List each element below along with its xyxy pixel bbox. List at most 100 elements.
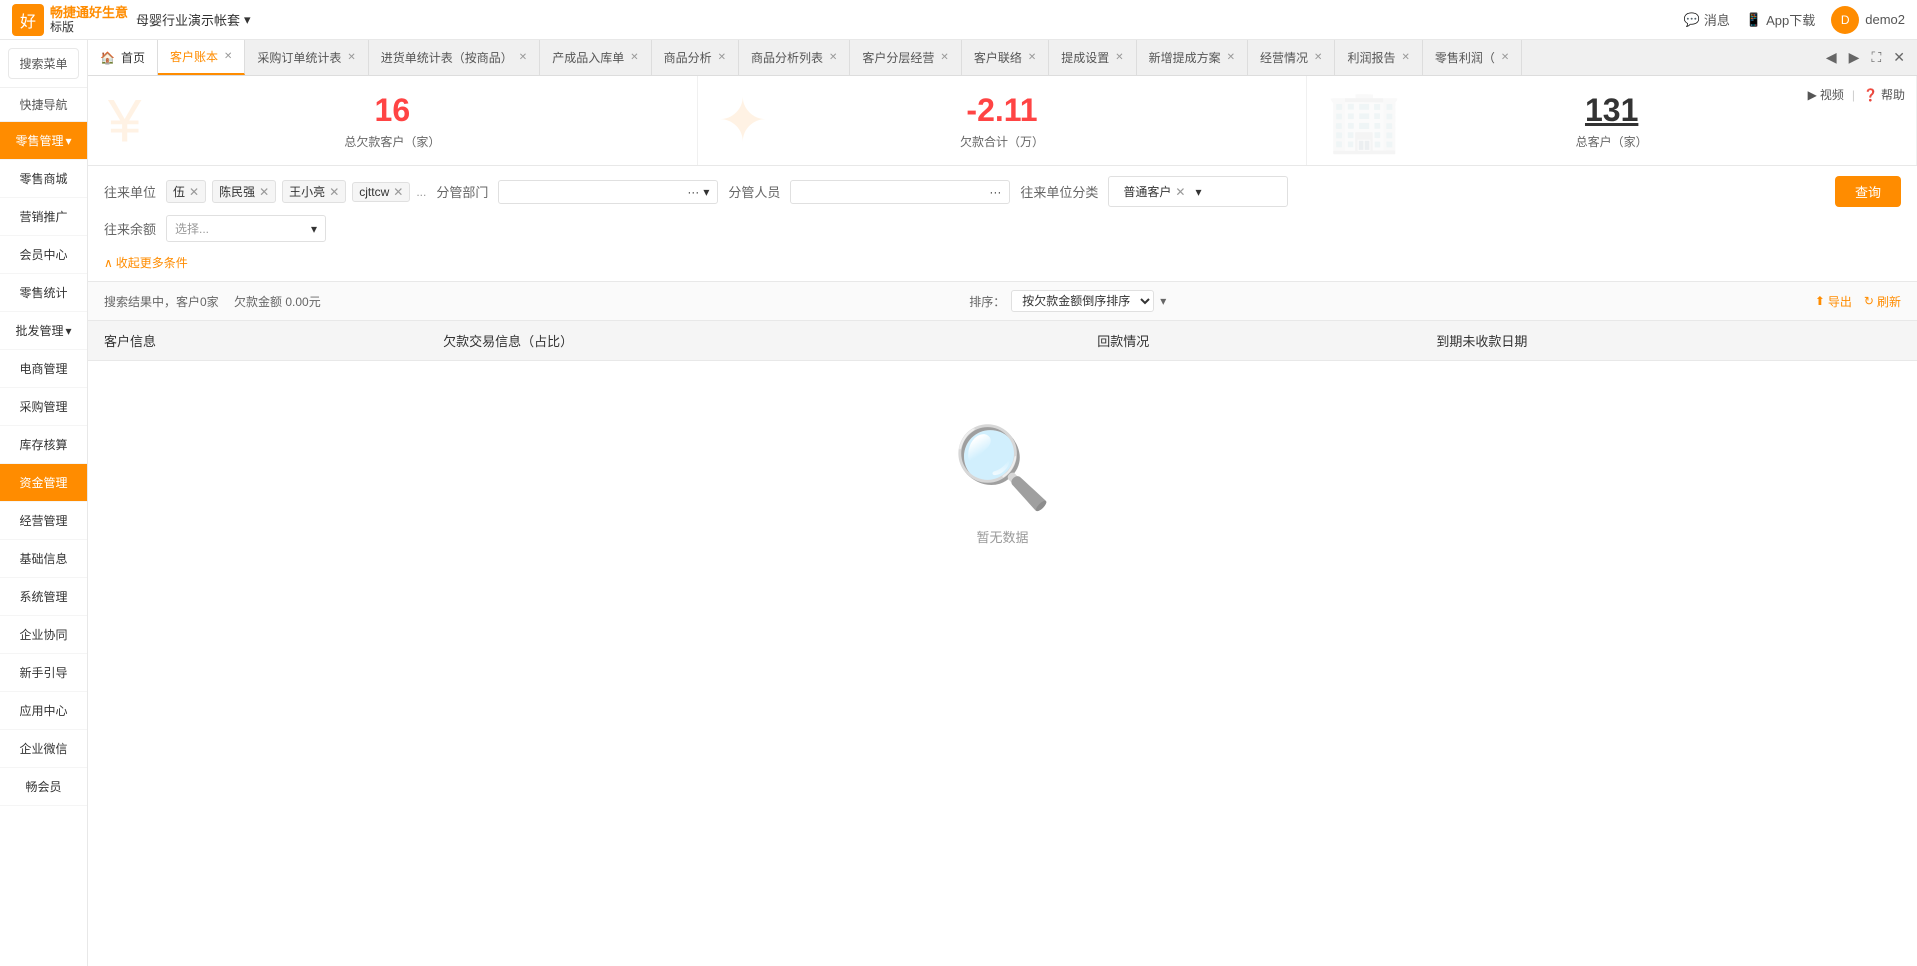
filter-tag-wang[interactable]: 王小亮 ✕	[282, 180, 346, 203]
home-icon: 🏠	[100, 51, 115, 65]
quick-nav-btn[interactable]: 快捷导航	[0, 88, 87, 122]
search-menu-btn[interactable]: 搜索菜单	[8, 48, 79, 79]
sidebar-item-app-center[interactable]: 应用中心	[0, 692, 87, 730]
sidebar-search-area: 搜索菜单	[0, 40, 87, 88]
tab-close-ops-situation[interactable]: ✕	[1314, 52, 1322, 63]
remove-tag-wang[interactable]: ✕	[329, 185, 339, 199]
tabs-prev-btn[interactable]: ◀	[1822, 47, 1841, 68]
tab-raise-settings[interactable]: 提成设置 ✕	[1049, 40, 1136, 75]
content-area: 🏠 首页 客户账本 ✕ 采购订单统计表 ✕ 进货单统计表（按商品） ✕ 产成品入…	[88, 40, 1917, 966]
tab-ops-situation[interactable]: 经营情况 ✕	[1248, 40, 1335, 75]
remove-tag-chen[interactable]: ✕	[259, 185, 269, 199]
sidebar-item-retail-mall[interactable]: 零售商城	[0, 160, 87, 198]
refresh-icon: ↻	[1864, 294, 1874, 308]
sidebar-item-basic-info[interactable]: 基础信息	[0, 540, 87, 578]
tabs-maximize-btn[interactable]: ⛶	[1867, 47, 1885, 68]
balance-filter-label: 往来余额	[104, 219, 156, 238]
sort-select[interactable]: 按欠款金额倒序排序	[1011, 290, 1154, 312]
top-bar: 好 畅捷通好生意 标版 母婴行业演示帐套 ▾ 💬 消息 📱 App下载 D de…	[0, 0, 1917, 40]
remove-tag-wu[interactable]: ✕	[189, 185, 199, 199]
tab-close-inbound-stats[interactable]: ✕	[519, 52, 527, 63]
message-btn[interactable]: 💬 消息	[1684, 10, 1730, 29]
tab-customer-contact[interactable]: 客户联络 ✕	[962, 40, 1049, 75]
stat-card-debt: ✦ -2.11 欠款合计（万）	[698, 76, 1308, 165]
sidebar-item-enterprise-wechat[interactable]: 企业微信	[0, 730, 87, 768]
sidebar-item-inventory[interactable]: 库存核算	[0, 426, 87, 464]
tab-close-profit-report[interactable]: ✕	[1401, 52, 1409, 63]
filter-tags: 伍 ✕ 陈民强 ✕ 王小亮 ✕ cjttcw ✕ ...	[166, 180, 426, 203]
sidebar-item-system-mgmt[interactable]: 系统管理	[0, 578, 87, 616]
tab-close-new-raise-plan[interactable]: ✕	[1227, 52, 1235, 63]
tab-product-inbound[interactable]: 产成品入库单 ✕	[540, 40, 651, 75]
query-btn[interactable]: 查询	[1835, 176, 1901, 207]
person-select[interactable]: ···	[790, 180, 1010, 204]
search-result-info: 搜索结果中，客户0家 欠款金额 0.00元	[104, 293, 321, 310]
tab-purchase-order-stats[interactable]: 采购订单统计表 ✕	[245, 40, 368, 75]
tab-home[interactable]: 🏠 首页	[88, 40, 158, 75]
sidebar-item-new-guide[interactable]: 新手引导	[0, 654, 87, 692]
sidebar-item-ops-mgmt[interactable]: 经营管理	[0, 502, 87, 540]
refresh-btn[interactable]: ↻ 刷新	[1864, 293, 1901, 310]
more-tags-btn[interactable]: ...	[416, 185, 426, 199]
export-btn[interactable]: ⬆ 导出	[1815, 293, 1852, 310]
app-download-btn[interactable]: 📱 App下载	[1746, 10, 1815, 29]
filter-tag-chen[interactable]: 陈民强 ✕	[212, 180, 276, 203]
unit-class-tag: 普通客户 ✕	[1117, 181, 1191, 202]
tab-close-customer-segment[interactable]: ✕	[940, 52, 948, 63]
remove-unit-class[interactable]: ✕	[1175, 185, 1185, 199]
col-debt-info: 欠款交易信息（占比）	[427, 321, 1081, 361]
tab-customer-segment[interactable]: 客户分层经营 ✕	[850, 40, 961, 75]
col-customer-info: 客户信息	[88, 321, 427, 361]
help-btn[interactable]: ❓ 帮助	[1863, 86, 1905, 103]
sidebar-item-finance[interactable]: 资金管理	[0, 464, 87, 502]
filter-tag-cjttcw[interactable]: cjttcw ✕	[352, 182, 410, 202]
tab-close-product-analysis[interactable]: ✕	[718, 52, 726, 63]
tab-inbound-stats[interactable]: 进货单统计表（按商品） ✕	[369, 40, 540, 75]
tab-product-analysis[interactable]: 商品分析 ✕	[652, 40, 739, 75]
unit-class-dropdown-icon: ▾	[1195, 185, 1201, 199]
tab-new-raise-plan[interactable]: 新增提成方案 ✕	[1137, 40, 1248, 75]
balance-select[interactable]: 选择... ▾	[166, 215, 326, 242]
tab-close-retail-profit[interactable]: ✕	[1501, 52, 1509, 63]
tab-retail-profit[interactable]: 零售利润（ ✕	[1423, 40, 1522, 75]
unit-class-select[interactable]: 普通客户 ✕ ▾	[1108, 176, 1288, 207]
sidebar-item-retail-mgmt[interactable]: 零售管理 ▾	[0, 122, 87, 160]
sidebar-item-ecommerce[interactable]: 电商管理	[0, 350, 87, 388]
remove-tag-cjttcw[interactable]: ✕	[393, 185, 403, 199]
sidebar-item-marketing[interactable]: 营销推广	[0, 198, 87, 236]
tab-close-customer-book[interactable]: ✕	[224, 51, 232, 62]
sidebar-item-enterprise-collab[interactable]: 企业协同	[0, 616, 87, 654]
sidebar-item-member-center[interactable]: 会员中心	[0, 236, 87, 274]
tab-close-raise-settings[interactable]: ✕	[1115, 52, 1123, 63]
table-area: 搜索结果中，客户0家 欠款金额 0.00元 排序： 按欠款金额倒序排序 ▾ ⬆ …	[88, 282, 1917, 966]
tab-close-product-inbound[interactable]: ✕	[630, 52, 638, 63]
sidebar: 搜索菜单 快捷导航 零售管理 ▾ 零售商城 营销推广 会员中心 零售统计 批发管…	[0, 40, 88, 966]
video-btn[interactable]: ▶ 视频	[1808, 86, 1844, 103]
sidebar-item-vip-member[interactable]: 畅会员	[0, 768, 87, 806]
dept-select[interactable]: ··· ▾	[498, 180, 718, 204]
sidebar-item-retail-stats[interactable]: 零售统计	[0, 274, 87, 312]
tab-customer-book[interactable]: 客户账本 ✕	[158, 40, 245, 75]
sidebar-item-purchase[interactable]: 采购管理	[0, 388, 87, 426]
tab-product-analysis-list[interactable]: 商品分析列表 ✕	[739, 40, 850, 75]
help-icon: ❓	[1863, 88, 1878, 102]
tab-close-customer-contact[interactable]: ✕	[1028, 52, 1036, 63]
tab-close-product-analysis-list[interactable]: ✕	[829, 52, 837, 63]
logo-text: 畅捷通好生意 标版	[50, 5, 128, 35]
stat-total-value: 131	[1585, 92, 1638, 129]
filter-tag-wu[interactable]: 伍 ✕	[166, 180, 206, 203]
chevron-down-icon: ▾	[65, 134, 71, 148]
tab-profit-report[interactable]: 利润报告 ✕	[1335, 40, 1422, 75]
tabs-bar-right: ◀ ▶ ⛶ ✕	[1814, 47, 1917, 68]
filter-row-1: 往来单位 伍 ✕ 陈民强 ✕ 王小亮 ✕ cjttcw	[104, 176, 1901, 207]
tabs-close-all-btn[interactable]: ✕	[1889, 47, 1909, 68]
dept-dropdown-icon: ▾	[703, 185, 709, 199]
tabs-next-btn[interactable]: ▶	[1845, 47, 1864, 68]
sidebar-item-wholesale-mgmt[interactable]: 批发管理 ▾	[0, 312, 87, 350]
avatar: D	[1831, 6, 1859, 34]
system-selector[interactable]: 母婴行业演示帐套 ▾	[136, 10, 251, 29]
user-profile[interactable]: D demo2	[1831, 6, 1905, 34]
tab-close-purchase-order-stats[interactable]: ✕	[347, 52, 355, 63]
collapse-btn[interactable]: ∧ 收起更多条件	[104, 254, 1901, 271]
person-select-dots: ···	[989, 185, 1001, 199]
